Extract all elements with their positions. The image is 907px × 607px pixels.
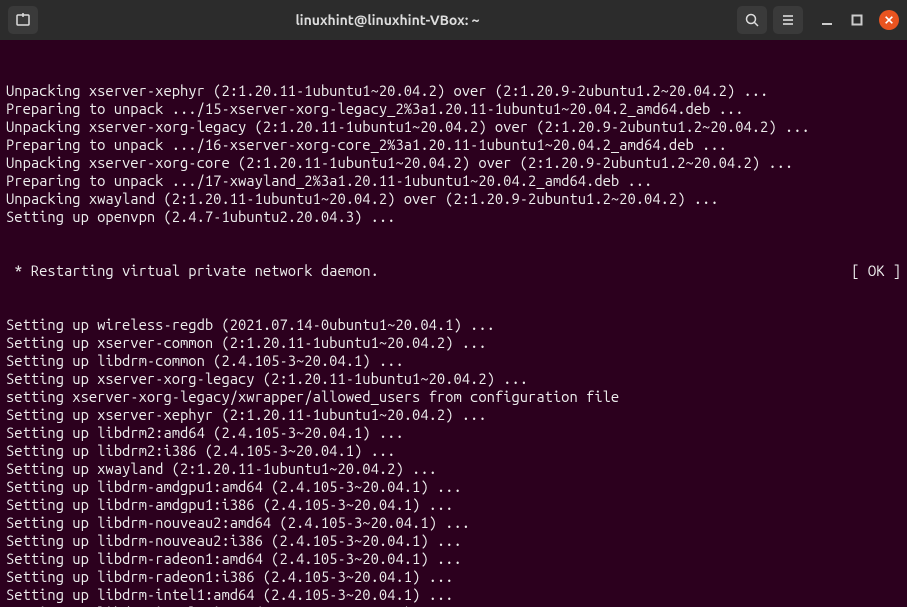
window-controls bbox=[809, 10, 899, 30]
terminal-line: Setting up wireless-regdb (2021.07.14-0u… bbox=[6, 316, 901, 334]
titlebar-right-controls bbox=[737, 6, 899, 34]
menu-button[interactable] bbox=[773, 6, 803, 34]
terminal-line: Setting up libdrm-nouveau2:i386 (2.4.105… bbox=[6, 532, 901, 550]
terminal-line: Setting up libdrm-amdgpu1:amd64 (2.4.105… bbox=[6, 478, 901, 496]
terminal-line: Setting up libdrm2:amd64 (2.4.105-3~20.0… bbox=[6, 424, 901, 442]
new-tab-button[interactable] bbox=[8, 6, 38, 34]
terminal-line: Setting up libdrm-intel1:amd64 (2.4.105-… bbox=[6, 586, 901, 604]
terminal-output[interactable]: Unpacking xserver-xephyr (2:1.20.11-1ubu… bbox=[0, 40, 907, 607]
titlebar: linuxhint@linuxhint-VBox: ~ bbox=[0, 0, 907, 40]
ok-badge: [ OK ] bbox=[851, 262, 901, 280]
terminal-line: Setting up xserver-common (2:1.20.11-1ub… bbox=[6, 334, 901, 352]
terminal-line: Setting up libdrm-radeon1:amd64 (2.4.105… bbox=[6, 550, 901, 568]
terminal-line: Setting up xserver-xorg-legacy (2:1.20.1… bbox=[6, 370, 901, 388]
terminal-line: Unpacking xwayland (2:1.20.11-1ubuntu1~2… bbox=[6, 190, 901, 208]
terminal-line: Setting up libdrm-radeon1:i386 (2.4.105-… bbox=[6, 568, 901, 586]
terminal-line: Unpacking xserver-xorg-legacy (2:1.20.11… bbox=[6, 118, 901, 136]
terminal-line: Setting up libdrm-amdgpu1:i386 (2.4.105-… bbox=[6, 496, 901, 514]
terminal-line: setting xserver-xorg-legacy/xwrapper/all… bbox=[6, 388, 901, 406]
maximize-button[interactable] bbox=[849, 12, 865, 28]
terminal-line: Setting up libdrm-common (2.4.105-3~20.0… bbox=[6, 352, 901, 370]
terminal-line: Setting up libdrm2:i386 (2.4.105-3~20.04… bbox=[6, 442, 901, 460]
terminal-line: Unpacking xserver-xephyr (2:1.20.11-1ubu… bbox=[6, 82, 901, 100]
titlebar-left-controls bbox=[8, 6, 38, 34]
terminal-line: Unpacking xserver-xorg-core (2:1.20.11-1… bbox=[6, 154, 901, 172]
restart-status-line: * Restarting virtual private network dae… bbox=[6, 262, 901, 280]
search-button[interactable] bbox=[737, 6, 767, 34]
window-title: linuxhint@linuxhint-VBox: ~ bbox=[44, 12, 731, 28]
terminal-line: Setting up libdrm-nouveau2:amd64 (2.4.10… bbox=[6, 514, 901, 532]
terminal-line: Preparing to unpack .../15-xserver-xorg-… bbox=[6, 100, 901, 118]
terminal-line: Preparing to unpack .../16-xserver-xorg-… bbox=[6, 136, 901, 154]
close-button[interactable] bbox=[879, 10, 899, 30]
restart-text: * Restarting virtual private network dae… bbox=[6, 262, 379, 280]
terminal-line: Setting up xwayland (2:1.20.11-1ubuntu1~… bbox=[6, 460, 901, 478]
terminal-line: Setting up openvpn (2.4.7-1ubuntu2.20.04… bbox=[6, 208, 901, 226]
terminal-line: Preparing to unpack .../17-xwayland_2%3a… bbox=[6, 172, 901, 190]
terminal-line: Setting up xserver-xephyr (2:1.20.11-1ub… bbox=[6, 406, 901, 424]
minimize-button[interactable] bbox=[819, 12, 835, 28]
